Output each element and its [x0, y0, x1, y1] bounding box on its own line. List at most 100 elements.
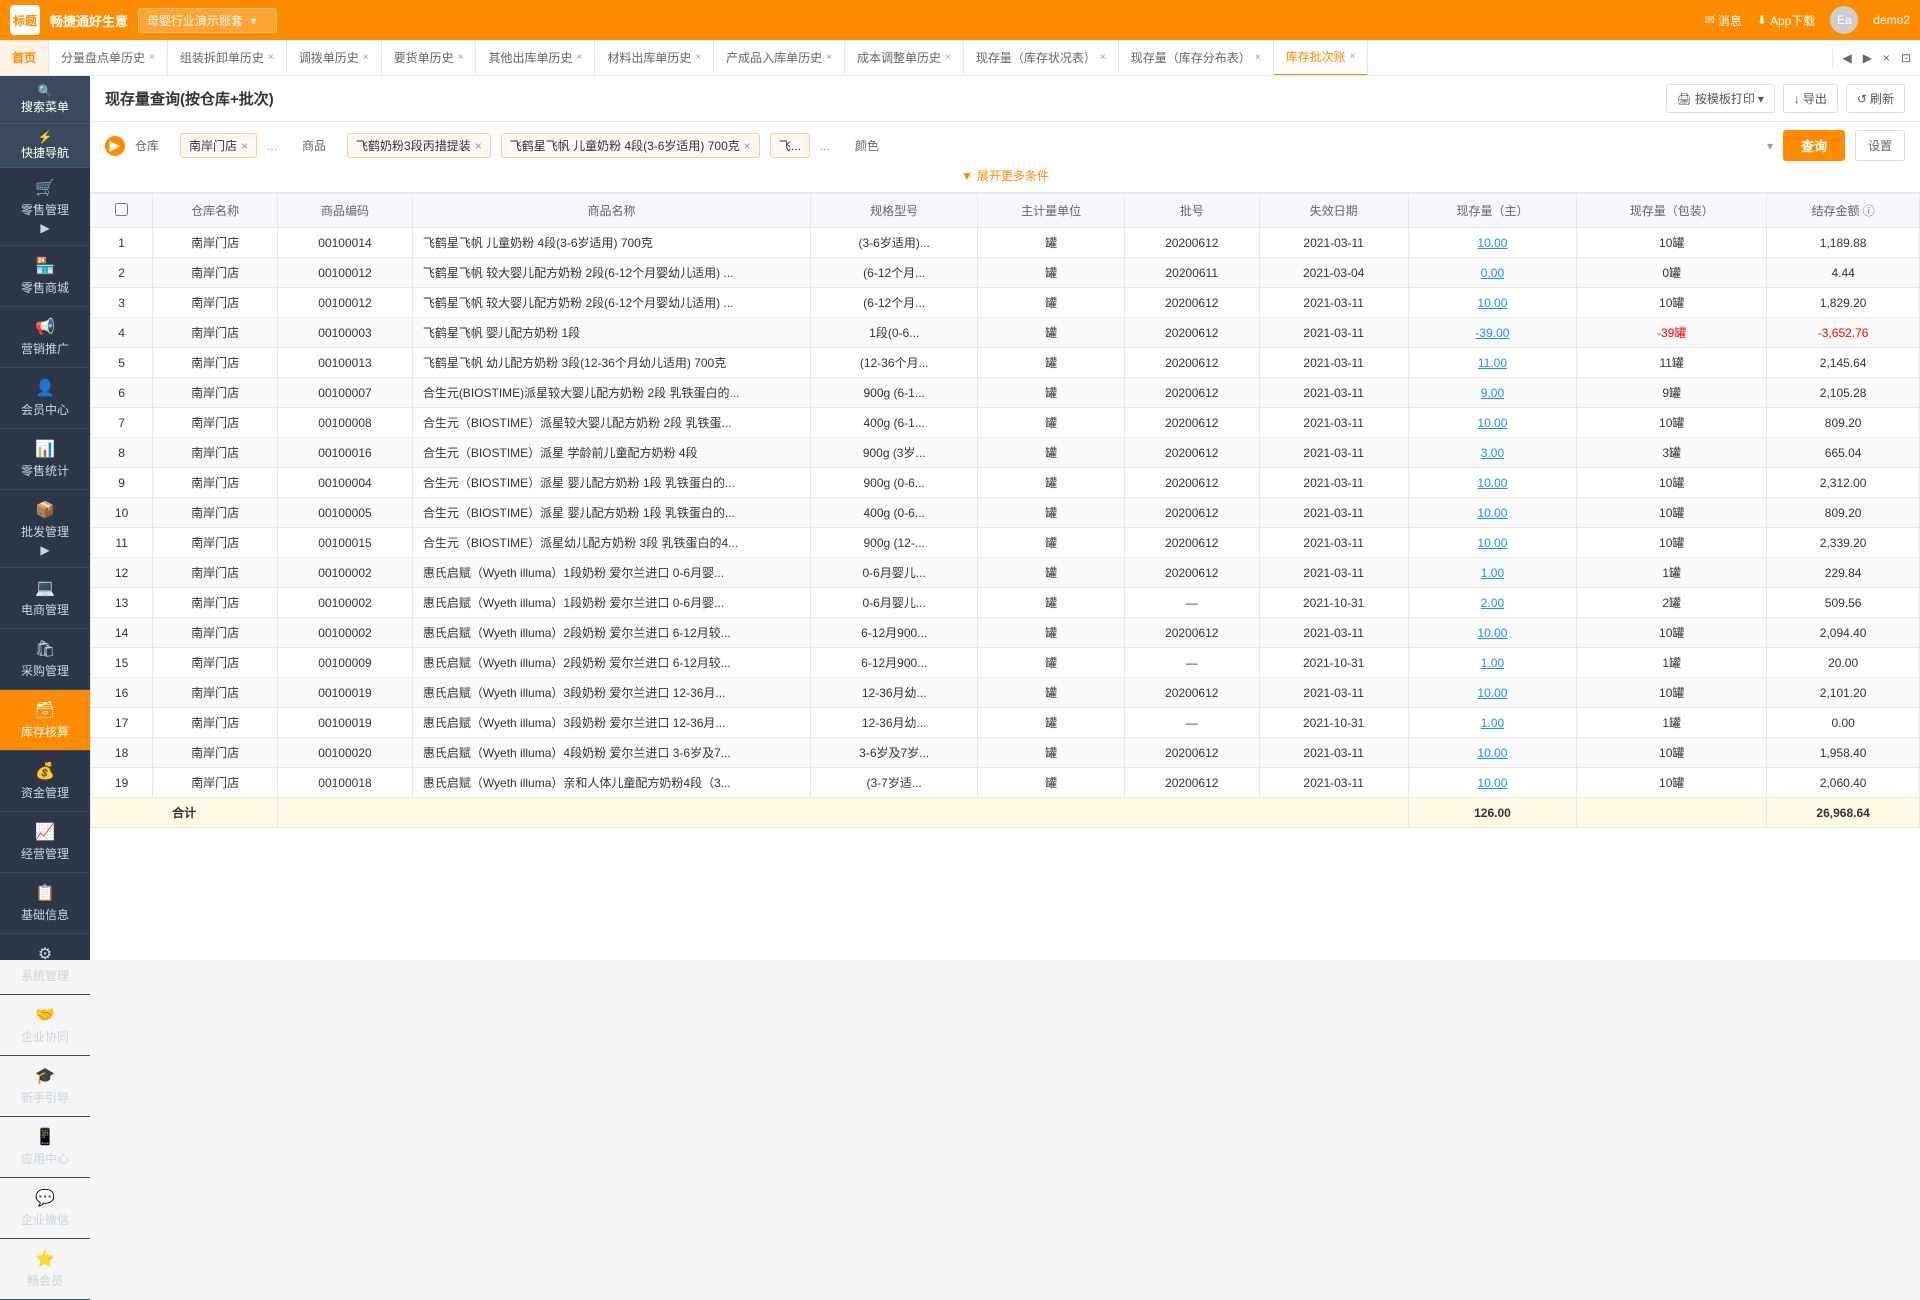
- expand-more-button[interactable]: ▼ 展开更多条件: [105, 167, 1905, 184]
- settings-button[interactable]: 设置: [1855, 130, 1905, 161]
- close-icon[interactable]: ×: [945, 52, 951, 63]
- qty-main-link[interactable]: 1.00: [1481, 566, 1504, 580]
- cell-amount: 2,145.64: [1767, 348, 1920, 378]
- table-row: 18 南岸门店 00100020 惠氏启赋（Wyeth illuma）4段奶粉 …: [91, 738, 1920, 768]
- export-button[interactable]: ↓ 导出: [1783, 84, 1838, 113]
- tab-prev-icon[interactable]: ◀: [1838, 49, 1855, 67]
- remove-product-1-icon[interactable]: ×: [475, 139, 482, 153]
- close-icon[interactable]: ×: [695, 52, 701, 63]
- tab-expand-icon[interactable]: ⊡: [1897, 49, 1915, 67]
- sidebar-item-mall[interactable]: 🏪 零售商城: [0, 246, 90, 307]
- sidebar: 🔍 搜索菜单 ⚡ 快捷导航 🛒 零售管理 ▶ 🏪 零售商城 📢 营销推广 👤 会…: [0, 76, 90, 960]
- sidebar-item-ecommerce[interactable]: 💻 电商管理: [0, 568, 90, 629]
- qty-main-link[interactable]: 1.00: [1481, 716, 1504, 730]
- nav-tab-5[interactable]: 其他出库单历史 ×: [476, 40, 595, 76]
- print-button[interactable]: 🖨 按模板打印 ▾: [1666, 84, 1775, 113]
- sidebar-item-finance[interactable]: 💰 资金管理: [0, 751, 90, 812]
- qty-main-link[interactable]: 10.00: [1477, 296, 1507, 310]
- nav-tab-home[interactable]: 首页: [0, 40, 49, 76]
- cell-qty-main: 10.00: [1408, 408, 1576, 438]
- sidebar-item-system[interactable]: ⚙ 系统管理: [0, 934, 90, 995]
- sidebar-item-operation[interactable]: 📈 经营管理: [0, 812, 90, 873]
- color-dropdown-icon[interactable]: ▾: [1767, 139, 1773, 153]
- close-icon[interactable]: ×: [268, 52, 274, 63]
- qty-main-link[interactable]: 10.00: [1477, 416, 1507, 430]
- sidebar-item-stats[interactable]: 📊 零售统计: [0, 429, 90, 490]
- sidebar-search[interactable]: 🔍 搜索菜单: [0, 76, 90, 124]
- sidebar-item-marketing[interactable]: 📢 营销推广: [0, 307, 90, 368]
- qty-main-link[interactable]: 10.00: [1477, 236, 1507, 250]
- qty-main-link[interactable]: 10.00: [1477, 536, 1507, 550]
- table-row: 15 南岸门店 00100009 惠氏启赋（Wyeth illuma）2段奶粉 …: [91, 648, 1920, 678]
- qty-main-link[interactable]: 0.00: [1481, 266, 1504, 280]
- qty-main-link[interactable]: 11.00: [1478, 356, 1507, 370]
- user-avatar[interactable]: Ea: [1830, 6, 1858, 34]
- nav-tab-4[interactable]: 要货单历史 ×: [382, 40, 477, 76]
- nav-tab-7[interactable]: 产成品入库单历史 ×: [714, 40, 845, 76]
- qty-main-link[interactable]: 10.00: [1477, 626, 1507, 640]
- sidebar-item-wechat[interactable]: 💬 企业微信: [0, 1178, 90, 1239]
- nav-tab-10[interactable]: 现存量（库存分布表） ×: [1119, 40, 1274, 76]
- product-filter-tag-2: 飞鹤星飞帆 儿童奶粉 4段(3-6岁适用) 700克 ×: [501, 133, 760, 158]
- qty-main-link[interactable]: 1.00: [1481, 656, 1504, 670]
- message-action[interactable]: ✉ 消息: [1705, 12, 1742, 29]
- sidebar-item-inventory[interactable]: 🗃 库存核算: [0, 690, 90, 751]
- qty-main-link[interactable]: 3.00: [1481, 446, 1504, 460]
- search-icon: 🔍: [8, 84, 82, 98]
- member-icon: 👤: [35, 378, 55, 398]
- refresh-button[interactable]: ↺ 刷新: [1846, 84, 1905, 113]
- sidebar-item-apps[interactable]: 📱 应用中心: [0, 1117, 90, 1178]
- sidebar-item-collab[interactable]: 🤝 企业协同: [0, 995, 90, 1056]
- qty-main-link[interactable]: 9.00: [1481, 386, 1504, 400]
- nav-tab-6[interactable]: 材料出库单历史 ×: [595, 40, 714, 76]
- nav-tab-3[interactable]: 调拨单历史 ×: [287, 40, 382, 76]
- qty-main-link[interactable]: 2.00: [1481, 596, 1504, 610]
- cell-amount: 509.56: [1767, 588, 1920, 618]
- qty-main-link[interactable]: 10.00: [1477, 476, 1507, 490]
- app-download-action[interactable]: ⬇ App下载: [1757, 12, 1815, 29]
- cell-warehouse: 南岸门店: [153, 558, 278, 588]
- remove-product-2-icon[interactable]: ×: [744, 139, 751, 153]
- remove-warehouse-icon[interactable]: ×: [241, 139, 248, 153]
- nav-tab-9[interactable]: 现存量（库存状况表） ×: [964, 40, 1119, 76]
- qty-main-link[interactable]: 10.00: [1477, 686, 1507, 700]
- select-all-checkbox[interactable]: [115, 203, 128, 216]
- sidebar-item-retail[interactable]: 🛒 零售管理 ▶: [0, 168, 90, 246]
- sidebar-item-guide[interactable]: 🎓 新手引导: [0, 1056, 90, 1117]
- close-icon[interactable]: ×: [458, 52, 464, 63]
- close-icon[interactable]: ×: [1350, 51, 1356, 62]
- close-icon[interactable]: ×: [363, 52, 369, 63]
- cell-no: 10: [91, 498, 153, 528]
- sidebar-item-basic[interactable]: 📋 基础信息: [0, 873, 90, 934]
- qty-main-link[interactable]: 10.00: [1477, 776, 1507, 790]
- cell-qty-pkg: 0罐: [1577, 258, 1767, 288]
- cell-code: 00100002: [278, 588, 413, 618]
- qty-main-link[interactable]: -39.00: [1475, 326, 1509, 340]
- sidebar-item-purchase[interactable]: 🛍 采购管理: [0, 629, 90, 690]
- search-button[interactable]: 查询: [1783, 130, 1845, 161]
- sidebar-item-member[interactable]: 👤 会员中心: [0, 368, 90, 429]
- col-spec: 规格型号: [811, 194, 978, 228]
- sidebar-item-wholesale[interactable]: 📦 批发管理 ▶: [0, 490, 90, 568]
- close-icon[interactable]: ×: [1255, 52, 1261, 63]
- filter-expand-button[interactable]: ▶: [105, 136, 125, 156]
- nav-tab-11[interactable]: 库存批次账 ×: [1274, 40, 1369, 76]
- close-icon[interactable]: ×: [1100, 52, 1106, 63]
- qty-main-link[interactable]: 10.00: [1477, 746, 1507, 760]
- nav-tab-2[interactable]: 组装拆卸单历史 ×: [168, 40, 287, 76]
- close-icon[interactable]: ×: [576, 52, 582, 63]
- sidebar-item-vip[interactable]: ⭐ 畅会员: [0, 1239, 90, 1300]
- close-icon[interactable]: ×: [826, 52, 832, 63]
- nav-tab-1[interactable]: 分量盘点单历史 ×: [49, 40, 168, 76]
- wechat-icon: 💬: [35, 1188, 55, 1208]
- qty-main-link[interactable]: 10.00: [1477, 506, 1507, 520]
- nav-tab-8[interactable]: 成本调整单历史 ×: [845, 40, 964, 76]
- cell-name: 惠氏启赋（Wyeth illuma）1段奶粉 爱尔兰进口 0-6月婴...: [412, 558, 810, 588]
- account-selector[interactable]: 母婴行业演示账套 ▾: [138, 8, 277, 33]
- tab-close-icon[interactable]: ×: [1879, 49, 1894, 67]
- tab-next-icon[interactable]: ▶: [1859, 49, 1876, 67]
- close-icon[interactable]: ×: [149, 52, 155, 63]
- sidebar-quick-nav[interactable]: ⚡ 快捷导航: [0, 124, 90, 168]
- cell-expire: 2021-03-11: [1259, 288, 1408, 318]
- inventory-icon: 🗃: [35, 700, 55, 720]
